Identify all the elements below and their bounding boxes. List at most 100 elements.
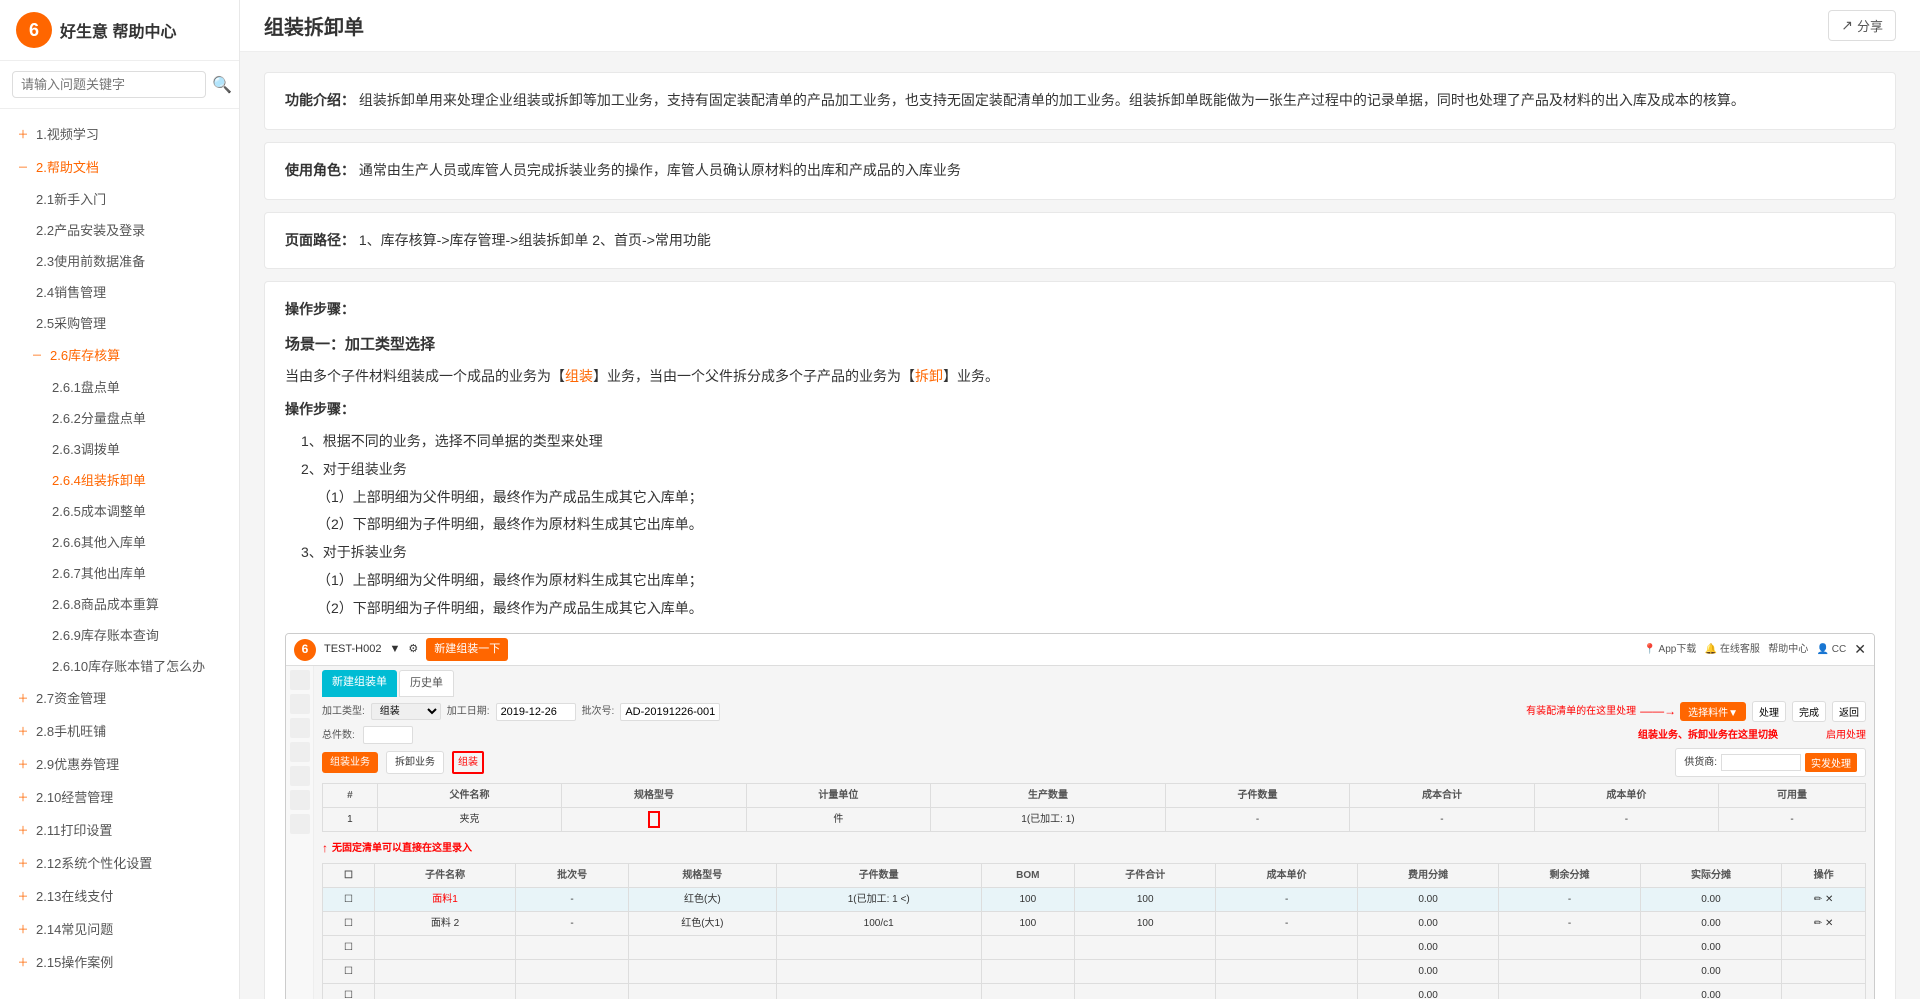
sim-confirm-btn[interactable]: 实发处理 bbox=[1805, 753, 1857, 772]
sidebar-item-install[interactable]: 2.2产品安装及登录 bbox=[0, 214, 239, 245]
role-label: 使用角色： bbox=[285, 162, 355, 178]
sidebar-item-label: 2.5采购管理 bbox=[36, 316, 106, 331]
sidebar-item-new[interactable]: 2.1新手入门 bbox=[0, 183, 239, 214]
sim-action-btn1[interactable]: 处理 bbox=[1752, 701, 1786, 722]
sim-tab-inactive[interactable]: 历史单 bbox=[399, 670, 454, 697]
sidebar-item-label: 2.15操作案例 bbox=[36, 952, 113, 971]
sim-col-spec2: 规格型号 bbox=[628, 863, 776, 887]
sim-col-alloc: 费用分摊 bbox=[1357, 863, 1498, 887]
sim-qty-label: 总件数: bbox=[322, 727, 355, 744]
sim-select-material-btn[interactable]: 选择料件▼ bbox=[1680, 702, 1746, 721]
delete-icon2[interactable]: ✕ bbox=[1825, 918, 1833, 929]
sim-action-btn3[interactable]: 返回 bbox=[1832, 701, 1866, 722]
sidebar-item-prepare[interactable]: 2.3使用前数据准备 bbox=[0, 245, 239, 276]
sidebar-item-finance[interactable]: ＋ 2.7资金管理 bbox=[0, 681, 239, 714]
arrow-up-icon: ↑ bbox=[322, 838, 328, 858]
sidebar-item-inv7[interactable]: 2.6.7其他出库单 bbox=[0, 557, 239, 588]
sim-top-icons: 📍 App下载 🔔 在线客服 帮助中心 👤 CC bbox=[1644, 641, 1846, 658]
sidebar-item-inv4-active[interactable]: 2.6.4组装拆卸单 bbox=[0, 464, 239, 495]
step2-sub1: （1）上部明细为父件明细，最终作为产成品生成其它入库单； bbox=[317, 486, 1875, 510]
sim-col-cost-total: 成本合计 bbox=[1350, 784, 1534, 808]
sidebar-item-custom[interactable]: ＋ 2.12系统个性化设置 bbox=[0, 846, 239, 879]
edit-icon2[interactable]: ✏ bbox=[1814, 918, 1822, 929]
plus-icon: ＋ bbox=[16, 127, 30, 141]
sidebar-item-inventory[interactable]: － 2.6库存核算 bbox=[0, 338, 239, 371]
sidebar-item-label: 2.6.5成本调整单 bbox=[52, 504, 146, 519]
sidebar-item-video[interactable]: ＋ 1.视频学习 bbox=[0, 117, 239, 150]
plus-icon-finance: ＋ bbox=[16, 691, 30, 705]
plus-icon-coupon: ＋ bbox=[16, 757, 30, 771]
search-area: 🔍 bbox=[0, 61, 239, 109]
sim-col-bom: BOM bbox=[981, 863, 1074, 887]
sidebar-item-coupon[interactable]: ＋ 2.9优惠券管理 bbox=[0, 747, 239, 780]
sidebar-item-inv2[interactable]: 2.6.2分量盘点单 bbox=[0, 402, 239, 433]
sim-col-parent-spec: 规格型号 bbox=[562, 784, 746, 808]
sim-date-input[interactable] bbox=[496, 703, 576, 721]
step3: 3、对于拆装业务 bbox=[301, 541, 1875, 565]
sidebar-item-label: 2.11打印设置 bbox=[36, 820, 112, 839]
intro-label: 功能介绍： bbox=[285, 92, 355, 108]
sim-sidebar-icon4 bbox=[290, 742, 310, 762]
content-area: 功能介绍： 组装拆卸单用来处理企业组装或拆卸等加工业务，支持有固定装配清单的产品… bbox=[240, 52, 1920, 999]
sim-batch-input[interactable] bbox=[620, 703, 720, 721]
sim-child-row-2: ☐ 面料 2 - 红色(大1) 100/c1 100 100 - 0.00 bbox=[323, 911, 1866, 935]
sim-tab-active[interactable]: 新建组装单 bbox=[322, 670, 397, 697]
sidebar-item-purchase[interactable]: 2.5采购管理 bbox=[0, 307, 239, 338]
sim-sidebar-icon1 bbox=[290, 670, 310, 690]
sidebar-item-faq[interactable]: ＋ 2.14常见问题 bbox=[0, 912, 239, 945]
sidebar-item-sales[interactable]: 2.4销售管理 bbox=[0, 276, 239, 307]
sim-close-icon[interactable]: ✕ bbox=[1854, 638, 1866, 662]
sidebar-item-print[interactable]: ＋ 2.11打印设置 bbox=[0, 813, 239, 846]
sidebar-item-docs[interactable]: － 2.帮助文档 bbox=[0, 150, 239, 183]
sidebar-item-label: 2.6库存核算 bbox=[50, 345, 120, 364]
path-card: 页面路径： 1、库存核算->库存管理->组装拆卸单 2、首页->常用功能 bbox=[264, 212, 1896, 270]
sidebar-item-inv3[interactable]: 2.6.3调拨单 bbox=[0, 433, 239, 464]
sim-date-label: 加工日期: bbox=[447, 703, 490, 720]
role-text: 通常由生产人员或库管人员完成拆装业务的操作，库管人员确认原材料的出库和产成品的入… bbox=[359, 162, 961, 178]
sim-col-no: # bbox=[323, 784, 378, 808]
search-button[interactable]: 🔍 bbox=[212, 75, 232, 95]
sidebar-item-inv8[interactable]: 2.6.8商品成本重算 bbox=[0, 588, 239, 619]
sim-col-child-qty: 子件数量 bbox=[776, 863, 981, 887]
sidebar-item-label: 2.3使用前数据准备 bbox=[36, 254, 145, 269]
sim-red-input[interactable] bbox=[648, 811, 660, 828]
sidebar-item-pay[interactable]: ＋ 2.13在线支付 bbox=[0, 879, 239, 912]
delete-icon[interactable]: ✕ bbox=[1825, 894, 1833, 905]
sidebar-item-inv9[interactable]: 2.6.9库存账本查询 bbox=[0, 619, 239, 650]
sidebar-item-ops[interactable]: ＋ 2.10经营管理 bbox=[0, 780, 239, 813]
annotation4-text: 无固定清单可以直接在这里录入 bbox=[332, 840, 472, 857]
sim-qty-input[interactable] bbox=[363, 726, 413, 744]
scenario1-title: 场景一：加工类型选择 bbox=[285, 332, 1875, 358]
sim-sidebar-icon3 bbox=[290, 718, 310, 738]
sidebar-item-inv5[interactable]: 2.6.5成本调整单 bbox=[0, 495, 239, 526]
path-text: 1、库存核算->库存管理->组装拆卸单 2、首页->常用功能 bbox=[359, 232, 711, 248]
sim-col-remain: 剩余分摊 bbox=[1499, 863, 1640, 887]
share-button[interactable]: ↗ 分享 bbox=[1828, 10, 1896, 41]
search-input[interactable] bbox=[12, 71, 206, 98]
sim-type-select[interactable]: 组装 拆卸 bbox=[371, 703, 441, 720]
sidebar-item-case[interactable]: ＋ 2.15操作案例 bbox=[0, 945, 239, 978]
sim-sidebar-icon2 bbox=[290, 694, 310, 714]
sim-assembly-tab[interactable]: 组装业务 bbox=[322, 752, 378, 773]
sidebar-item-label: 2.帮助文档 bbox=[36, 157, 99, 176]
minus-icon: － bbox=[16, 160, 30, 174]
sidebar-item-mobile[interactable]: ＋ 2.8手机旺铺 bbox=[0, 714, 239, 747]
sim-form-header: 加工类型: 组装 拆卸 加工日期: 批次号: bbox=[322, 701, 1866, 722]
annotation2-text: 组装业务、拆卸业务在这里切换 bbox=[1638, 727, 1778, 744]
sim-col-ops: 操作 bbox=[1782, 863, 1866, 887]
sidebar-item-inv6[interactable]: 2.6.6其他入库单 bbox=[0, 526, 239, 557]
screenshot-container: 6 TEST-H002 ▼ ⚙ 新建组装一下 📍 App下载 🔔 在线客服 帮助… bbox=[285, 633, 1875, 999]
sidebar-item-label: 1.视频学习 bbox=[36, 124, 99, 143]
sidebar-item-label: 2.2产品安装及登录 bbox=[36, 223, 145, 238]
sim-col-sub-qty: 子件数量 bbox=[1165, 784, 1349, 808]
sim-new-btn[interactable]: 新建组装一下 bbox=[426, 638, 508, 661]
minus-icon-inventory: － bbox=[30, 348, 44, 362]
sidebar-item-inv10[interactable]: 2.6.10库存账本错了怎么办 bbox=[0, 650, 239, 681]
sim-vendor-input[interactable] bbox=[1721, 754, 1801, 771]
sim-disassembly-tab[interactable]: 拆卸业务 bbox=[386, 751, 444, 774]
sim-action-btn2[interactable]: 完成 bbox=[1792, 701, 1826, 722]
edit-icon[interactable]: ✏ bbox=[1814, 894, 1822, 905]
arrow-right-icon: ——→ bbox=[1640, 701, 1676, 721]
sidebar-item-inv1[interactable]: 2.6.1盘点单 bbox=[0, 371, 239, 402]
sim-type-label: 加工类型: bbox=[322, 703, 365, 720]
